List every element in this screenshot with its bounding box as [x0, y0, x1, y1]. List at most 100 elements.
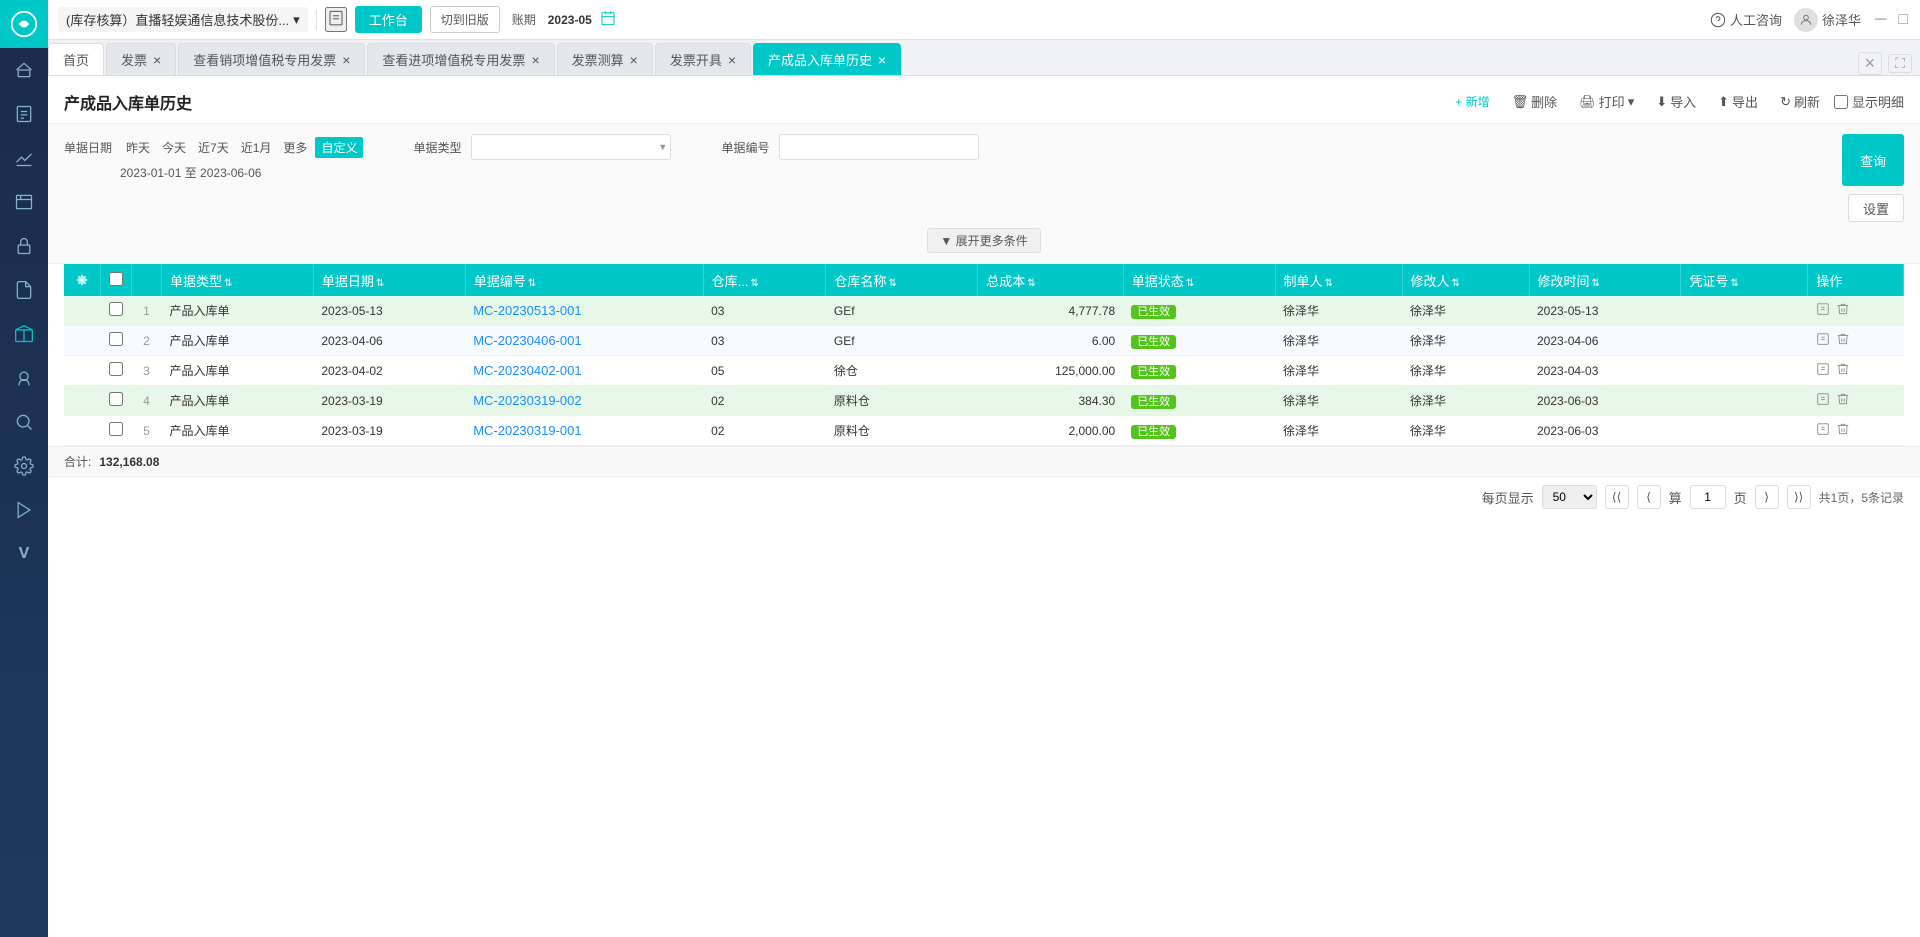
- doc-icon-button[interactable]: [325, 7, 347, 32]
- col-doc-type[interactable]: 单据类型⇅: [162, 264, 314, 296]
- delete-row-icon[interactable]: [1836, 422, 1850, 439]
- row-doc-number[interactable]: MC-20230513-001: [465, 296, 703, 326]
- tab-purchase-vat-close[interactable]: ×: [531, 53, 539, 67]
- sidebar-item-reports[interactable]: [0, 400, 48, 444]
- tab-product-history-close[interactable]: ×: [878, 53, 886, 67]
- per-page-select[interactable]: 50 100 200: [1542, 485, 1597, 509]
- tab-close-all[interactable]: ×: [1858, 52, 1883, 75]
- col-voucher[interactable]: 凭证号⇅: [1681, 264, 1808, 296]
- prev-page-button[interactable]: ⟨: [1637, 485, 1661, 509]
- tab-maximize[interactable]: ⛶: [1888, 54, 1912, 73]
- back-button[interactable]: 切到旧版: [430, 6, 500, 33]
- date-yesterday[interactable]: 昨天: [122, 137, 154, 158]
- page-number-input[interactable]: [1690, 485, 1726, 509]
- sidebar-item-tax[interactable]: [0, 180, 48, 224]
- delete-row-icon[interactable]: [1836, 332, 1850, 349]
- export-button[interactable]: ⬆ 导出: [1710, 88, 1766, 115]
- date-7days[interactable]: 近7天: [194, 137, 233, 158]
- tab-sales-vat-close[interactable]: ×: [342, 53, 350, 67]
- col-settings[interactable]: [64, 264, 101, 296]
- col-creator[interactable]: 制单人⇅: [1275, 264, 1402, 296]
- col-doc-number[interactable]: 单据编号⇅: [465, 264, 703, 296]
- tab-invoice[interactable]: 发票 ×: [106, 43, 176, 75]
- doc-number-input[interactable]: [779, 134, 979, 160]
- import-button[interactable]: ⬇ 导入: [1648, 88, 1704, 115]
- col-total-cost[interactable]: 总成本⇅: [978, 264, 1123, 296]
- row-checkbox[interactable]: [109, 362, 123, 376]
- row-checkbox[interactable]: [109, 422, 123, 436]
- delete-button[interactable]: 🗑 删除: [1504, 88, 1566, 115]
- query-button[interactable]: 查询: [1842, 134, 1904, 186]
- last-page-button[interactable]: ⟩⟩: [1787, 485, 1811, 509]
- delete-row-icon[interactable]: [1836, 362, 1850, 379]
- sidebar-item-home[interactable]: [0, 48, 48, 92]
- support-button[interactable]: 人工咨询: [1710, 10, 1782, 29]
- new-button[interactable]: + 新增: [1447, 89, 1497, 114]
- tab-invoice-calc[interactable]: 发票测算 ×: [557, 43, 653, 75]
- maximize-button[interactable]: □: [1896, 9, 1910, 31]
- col-doc-status[interactable]: 单据状态⇅: [1123, 264, 1275, 296]
- sidebar-item-chart[interactable]: [0, 136, 48, 180]
- edit-icon[interactable]: [1816, 302, 1830, 319]
- col-modify-time[interactable]: 修改时间⇅: [1529, 264, 1681, 296]
- sidebar-item-docs[interactable]: [0, 268, 48, 312]
- row-doc-number[interactable]: MC-20230406-001: [465, 326, 703, 356]
- row-checkbox-cell[interactable]: [101, 296, 132, 326]
- user-menu[interactable]: 徐泽华: [1794, 8, 1861, 32]
- sidebar-item-settings[interactable]: [0, 444, 48, 488]
- tab-home[interactable]: 首页: [48, 43, 104, 75]
- calendar-icon[interactable]: [600, 10, 616, 29]
- row-checkbox[interactable]: [109, 302, 123, 316]
- tab-invoice-open-close[interactable]: ×: [728, 53, 736, 67]
- company-selector[interactable]: (库存核算）直播轻娱通信息技术股份... ▾: [58, 7, 308, 32]
- col-checkbox[interactable]: [101, 264, 132, 296]
- tab-invoice-close[interactable]: ×: [153, 53, 161, 67]
- col-warehouse-name[interactable]: 仓库名称⇅: [826, 264, 978, 296]
- tab-invoice-calc-close[interactable]: ×: [630, 53, 638, 67]
- tab-sales-vat[interactable]: 查看销项增值税专用发票 ×: [178, 43, 365, 75]
- row-doc-number[interactable]: MC-20230319-002: [465, 386, 703, 416]
- edit-icon[interactable]: [1816, 332, 1830, 349]
- doc-number-link[interactable]: MC-20230406-001: [473, 333, 581, 348]
- doc-type-select[interactable]: [471, 134, 671, 160]
- refresh-button[interactable]: ↻ 刷新: [1772, 88, 1828, 115]
- sidebar-item-v[interactable]: V: [0, 532, 48, 576]
- doc-number-link[interactable]: MC-20230402-001: [473, 363, 581, 378]
- doc-number-link[interactable]: MC-20230319-001: [473, 423, 581, 438]
- row-checkbox-cell[interactable]: [101, 386, 132, 416]
- col-doc-date[interactable]: 单据日期⇅: [313, 264, 465, 296]
- row-checkbox-cell[interactable]: [101, 356, 132, 386]
- date-more[interactable]: 更多: [279, 137, 311, 158]
- tab-invoice-open[interactable]: 发票开具 ×: [655, 43, 751, 75]
- next-page-button[interactable]: ⟩: [1755, 485, 1779, 509]
- expand-filter-button[interactable]: ▼ 展开更多条件: [927, 228, 1040, 253]
- sidebar-item-stamp[interactable]: [0, 356, 48, 400]
- sidebar-item-play[interactable]: [0, 488, 48, 532]
- print-button[interactable]: 🖨 打印 ▾: [1571, 88, 1642, 115]
- row-doc-number[interactable]: MC-20230319-001: [465, 416, 703, 446]
- date-1month[interactable]: 近1月: [237, 137, 276, 158]
- delete-row-icon[interactable]: [1836, 302, 1850, 319]
- row-checkbox[interactable]: [109, 392, 123, 406]
- tab-purchase-vat[interactable]: 查看进项增值税专用发票 ×: [367, 43, 554, 75]
- date-today[interactable]: 今天: [158, 137, 190, 158]
- settings-icon[interactable]: [72, 270, 92, 290]
- display-detail-toggle[interactable]: 显示明细: [1834, 92, 1904, 111]
- sidebar-item-warehouse[interactable]: [0, 312, 48, 356]
- date-custom[interactable]: 自定义: [315, 137, 363, 158]
- edit-icon[interactable]: [1816, 392, 1830, 409]
- sidebar-item-lock[interactable]: [0, 224, 48, 268]
- delete-row-icon[interactable]: [1836, 392, 1850, 409]
- row-doc-number[interactable]: MC-20230402-001: [465, 356, 703, 386]
- first-page-button[interactable]: ⟨⟨: [1605, 485, 1629, 509]
- doc-number-link[interactable]: MC-20230319-002: [473, 393, 581, 408]
- row-checkbox-cell[interactable]: [101, 326, 132, 356]
- display-detail-checkbox[interactable]: [1834, 95, 1848, 109]
- edit-icon[interactable]: [1816, 422, 1830, 439]
- row-checkbox[interactable]: [109, 332, 123, 346]
- tab-product-history[interactable]: 产成品入库单历史 ×: [753, 43, 901, 75]
- edit-icon[interactable]: [1816, 362, 1830, 379]
- col-modifier[interactable]: 修改人⇅: [1402, 264, 1529, 296]
- sidebar-item-invoice[interactable]: [0, 92, 48, 136]
- minimize-button[interactable]: ─: [1873, 9, 1888, 31]
